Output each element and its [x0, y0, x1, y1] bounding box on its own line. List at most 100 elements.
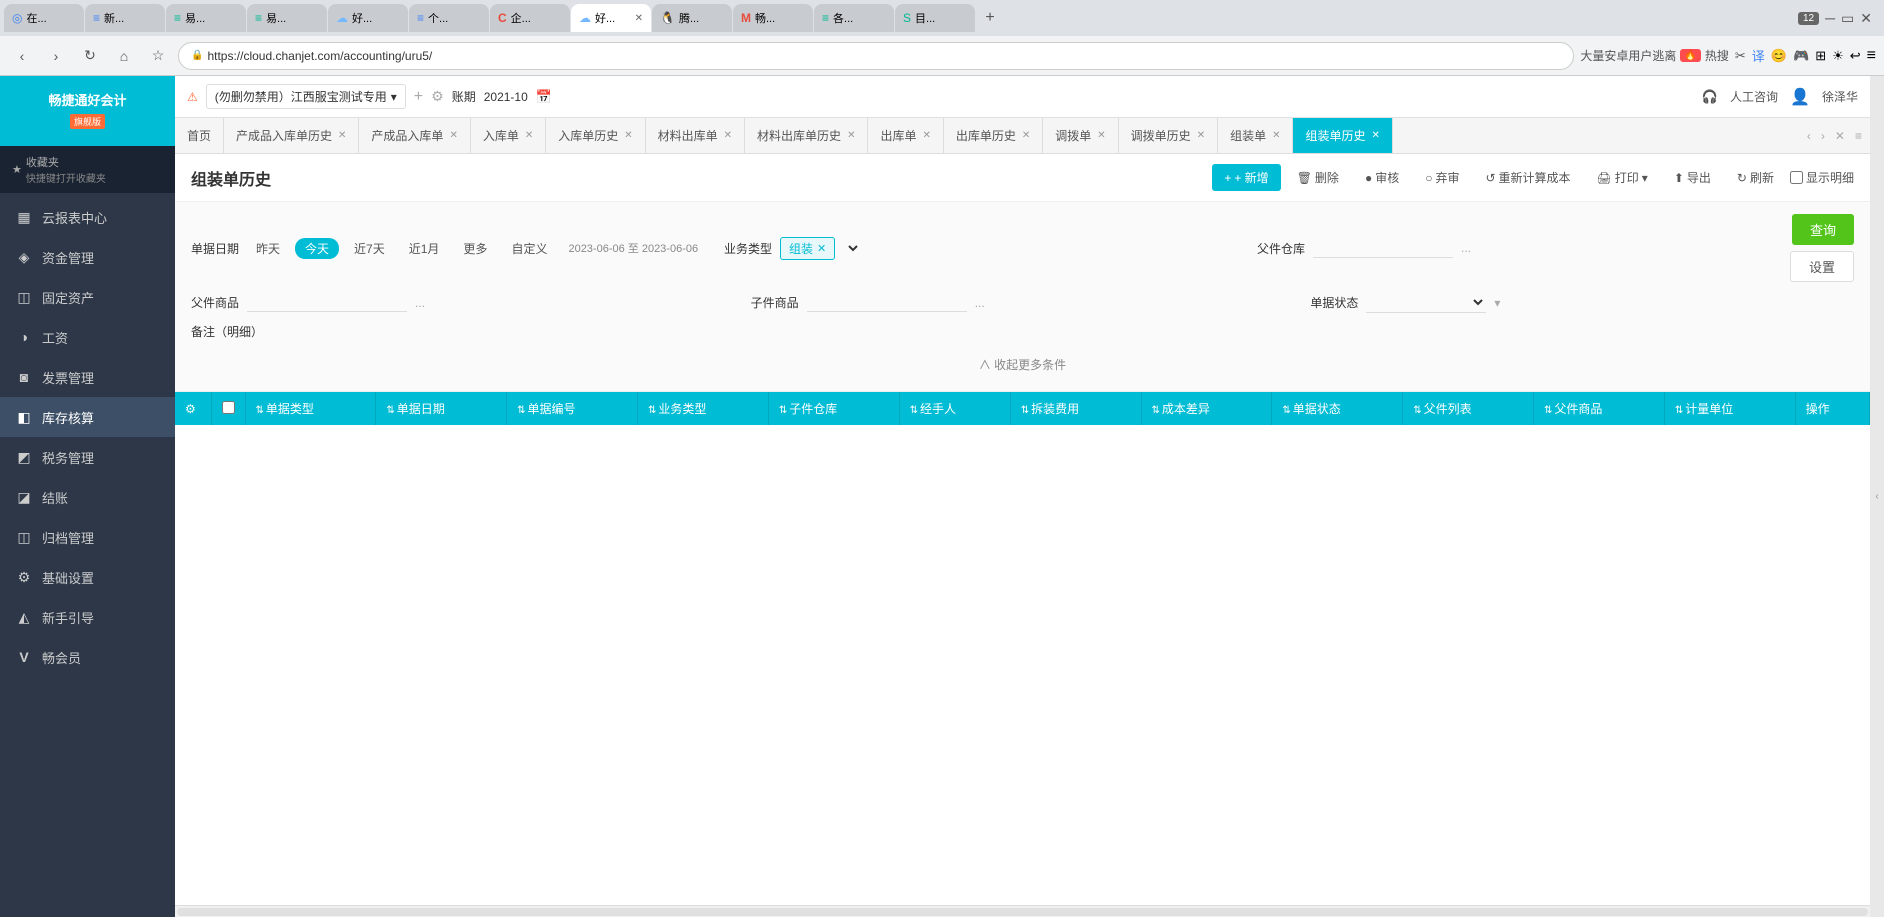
tab-close-transfer[interactable]: ✕ — [1097, 130, 1105, 141]
table-settings-col[interactable]: ⚙ — [175, 392, 211, 425]
new-btn[interactable]: + + 新增 — [1212, 164, 1280, 191]
home-btn[interactable]: ⌂ — [110, 42, 138, 70]
table-checkbox-col[interactable] — [211, 392, 245, 425]
browser-tab-1[interactable]: ≡ 新... — [85, 4, 165, 32]
browser-tab-10[interactable]: ≡ 各... — [814, 4, 894, 32]
tab-close-transfer-history[interactable]: ✕ — [1197, 130, 1205, 141]
settings-gear-icon[interactable]: ⚙ — [431, 88, 444, 105]
display-detail-cb[interactable]: 显示明细 — [1790, 169, 1854, 186]
browser-tab-5[interactable]: ≡ 个... — [409, 4, 489, 32]
menu-icon[interactable]: ≡ — [1867, 47, 1876, 65]
biz-type-dropdown[interactable] — [841, 240, 861, 256]
date-more-btn[interactable]: 更多 — [454, 237, 496, 260]
page-tab-home[interactable]: 首页 — [175, 118, 224, 154]
browser-tab-3[interactable]: ≡ 易... — [247, 4, 327, 32]
page-tab-outbound-history[interactable]: 出库单历史 ✕ — [944, 118, 1043, 154]
recalc-btn[interactable]: ↺ 重新计算成本 — [1475, 165, 1580, 190]
col-bill-no[interactable]: ⇅单据编号 — [507, 392, 638, 425]
page-tab-finished-history[interactable]: 产成品入库单历史 ✕ — [224, 118, 359, 154]
child-goods-input[interactable] — [807, 293, 967, 312]
collapse-bar[interactable]: ∧ 收起更多条件 — [191, 350, 1854, 379]
sidebar-item-inventory[interactable]: ◧ 库存核算 — [0, 397, 175, 437]
select-all-checkbox[interactable] — [222, 401, 235, 414]
browser-min-btn[interactable]: ─ — [1825, 10, 1835, 26]
tab-close-assembly-history[interactable]: ✕ — [1372, 130, 1380, 141]
delete-btn[interactable]: 🗑 删除 — [1287, 165, 1349, 190]
page-tab-assembly-history[interactable]: 组装单历史 ✕ — [1293, 118, 1392, 154]
new-tab-btn[interactable]: + — [976, 4, 1004, 32]
add-company-btn[interactable]: + — [414, 88, 423, 106]
col-bill-status[interactable]: ⇅单据状态 — [1272, 392, 1403, 425]
query-btn[interactable]: 查询 — [1792, 214, 1854, 245]
tabs-right-btn[interactable]: › — [1817, 129, 1829, 143]
page-tab-inbound[interactable]: 入库单 ✕ — [471, 118, 546, 154]
calendar-icon[interactable]: 📅 — [536, 89, 552, 105]
tabs-menu-btn[interactable]: ≡ — [1851, 129, 1866, 143]
company-selector[interactable]: (勿删勿禁用）江西服宝测试专用 ▾ — [206, 84, 406, 109]
col-parent-goods[interactable]: ⇅父件商品 — [1534, 392, 1665, 425]
col-handler[interactable]: ⇅经手人 — [899, 392, 1010, 425]
page-tab-material-out-history[interactable]: 材料出库单历史 ✕ — [745, 118, 868, 154]
back-btn[interactable]: ‹ — [8, 42, 36, 70]
sidebar-item-invoice[interactable]: ◙ 发票管理 — [0, 357, 175, 397]
order-status-select[interactable] — [1366, 292, 1486, 313]
page-tab-transfer[interactable]: 调拨单 ✕ — [1043, 118, 1118, 154]
reload-btn[interactable]: ↻ — [76, 42, 104, 70]
set-btn[interactable]: 设置 — [1790, 251, 1854, 282]
page-tab-outbound[interactable]: 出库单 ✕ — [868, 118, 943, 154]
export-btn[interactable]: ⬆ 导出 — [1664, 165, 1721, 190]
browser-tab-0[interactable]: ◎ 在... — [4, 4, 84, 32]
sidebar-item-archive[interactable]: ◫ 归档管理 — [0, 517, 175, 557]
col-parent-list[interactable]: ⇅父件列表 — [1403, 392, 1534, 425]
tabs-close-btn[interactable]: ✕ — [1831, 129, 1849, 143]
sidebar-item-assets[interactable]: ◫ 固定资产 — [0, 277, 175, 317]
col-unit[interactable]: ⇅计量单位 — [1664, 392, 1795, 425]
col-disassemble-fee[interactable]: ⇅拆装费用 — [1010, 392, 1141, 425]
page-tab-material-out[interactable]: 材料出库单 ✕ — [646, 118, 745, 154]
parent-goods-input[interactable] — [247, 293, 407, 312]
browser-close-btn[interactable]: ✕ — [1860, 10, 1872, 27]
sidebar-item-close[interactable]: ◪ 结账 — [0, 477, 175, 517]
parent-goods-more-btn[interactable]: ... — [415, 296, 425, 310]
col-cost-diff[interactable]: ⇅成本差异 — [1141, 392, 1272, 425]
parent-warehouse-input[interactable] — [1313, 239, 1453, 258]
biz-type-tag-close[interactable]: ✕ — [817, 242, 826, 255]
browser-tab-4[interactable]: ☁ 好... — [328, 4, 408, 32]
forward-btn[interactable]: › — [42, 42, 70, 70]
browser-tab-6[interactable]: C 企... — [490, 4, 570, 32]
browser-tab-9[interactable]: M 畅... — [733, 4, 813, 32]
sidebar-item-tax[interactable]: ◩ 税务管理 — [0, 437, 175, 477]
tab-close-assembly[interactable]: ✕ — [1272, 130, 1280, 141]
tab-close-inbound-history[interactable]: ✕ — [624, 130, 632, 141]
date-custom-btn[interactable]: 自定义 — [502, 237, 556, 260]
col-biz-type[interactable]: ⇅业务类型 — [637, 392, 768, 425]
scroll-track[interactable] — [177, 908, 1868, 916]
address-input[interactable]: 🔒 https://cloud.chanjet.com/accounting/u… — [178, 42, 1574, 70]
browser-tab-7[interactable]: ☁ 好... ✕ — [571, 4, 651, 32]
tab-close-finished[interactable]: ✕ — [449, 130, 457, 141]
sidebar-item-payroll[interactable]: ◑ 工资 — [0, 317, 175, 357]
date-today-btn[interactable]: 今天 — [295, 238, 339, 259]
sidebar-favorites[interactable]: ★ 收藏夹 快捷键打开收藏夹 — [0, 146, 175, 193]
bottom-scrollbar[interactable] — [175, 905, 1870, 917]
page-tab-transfer-history[interactable]: 调拨单历史 ✕ — [1119, 118, 1218, 154]
browser-tab-11[interactable]: S 目... — [895, 4, 975, 32]
tab-close-inbound[interactable]: ✕ — [525, 130, 533, 141]
sidebar-item-reports[interactable]: ▦ 云报表中心 — [0, 197, 175, 237]
parent-warehouse-more-btn[interactable]: ... — [1461, 241, 1471, 255]
child-goods-more-btn[interactable]: ... — [975, 296, 985, 310]
sidebar-item-guide[interactable]: ◭ 新手引导 — [0, 597, 175, 637]
tab-close-material-out[interactable]: ✕ — [724, 130, 732, 141]
col-bill-date[interactable]: ⇅单据日期 — [376, 392, 507, 425]
page-tab-finished[interactable]: 产成品入库单 ✕ — [359, 118, 470, 154]
date-7days-btn[interactable]: 近7天 — [345, 237, 394, 260]
browser-max-btn[interactable]: ▭ — [1841, 10, 1854, 27]
date-1month-btn[interactable]: 近1月 — [400, 237, 449, 260]
username-label[interactable]: 徐泽华 — [1822, 88, 1858, 105]
col-child-warehouse[interactable]: ⇅子件仓库 — [768, 392, 899, 425]
refresh-btn[interactable]: ↻ 刷新 — [1727, 165, 1784, 190]
tabs-left-btn[interactable]: ‹ — [1803, 129, 1815, 143]
tab-close-icon[interactable]: ✕ — [635, 13, 643, 24]
sidebar-item-member[interactable]: V 畅会员 — [0, 637, 175, 677]
tab-close-outbound[interactable]: ✕ — [922, 130, 930, 141]
